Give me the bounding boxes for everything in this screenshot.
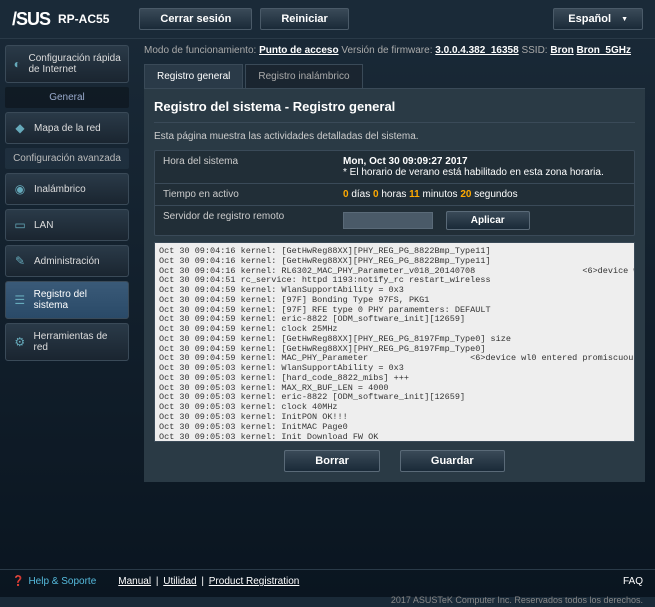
utility-link[interactable]: Utilidad (163, 576, 196, 587)
system-info-table: Hora del sistema Mon, Oct 30 09:09:27 20… (154, 150, 635, 236)
sidebar-item-label: Herramientas de red (34, 331, 122, 353)
sidebar-item-syslog[interactable]: ☰ Registro del sistema (5, 281, 129, 319)
uptime-value: 0 días 0 horas 11 minutos 20 segundos (343, 189, 626, 200)
sidebar: ◐ Configuración rápida de Internet Gener… (0, 39, 134, 569)
panel-description: Esta página muestra las actividades deta… (154, 131, 635, 142)
log-textarea[interactable]: Oct 30 09:04:16 kernel: [GetHwReg88XX][P… (154, 242, 635, 442)
logout-button[interactable]: Cerrar sesión (139, 8, 252, 30)
sidebar-item-qis[interactable]: ◐ Configuración rápida de Internet (5, 45, 129, 83)
gear-icon: ⚙ (12, 334, 28, 350)
header-bar: /SUS RP-AC55 Cerrar sesión Reiniciar Esp… (0, 0, 655, 39)
tab-wireless-log[interactable]: Registro inalámbrico (245, 64, 362, 88)
tab-strip: Registro general Registro inalámbrico (144, 64, 645, 89)
map-icon: ◆ (12, 120, 28, 136)
firmware-link[interactable]: 3.0.0.4.382_16358 (435, 45, 518, 56)
globe-icon: ◐ (12, 56, 22, 72)
model-name: RP-AC55 (58, 12, 109, 26)
remote-log-label: Servidor de registro remoto (163, 211, 343, 230)
sidebar-section-advanced: Configuración avanzada (5, 148, 129, 169)
log-icon: ☰ (12, 292, 28, 308)
wifi-icon: ◉ (12, 181, 28, 197)
lan-icon: ▭ (12, 217, 28, 233)
sidebar-item-label: Configuración rápida de Internet (28, 53, 122, 75)
sidebar-item-label: Administración (34, 256, 100, 267)
sidebar-item-admin[interactable]: ✎ Administración (5, 245, 129, 277)
reboot-button[interactable]: Reiniciar (260, 8, 348, 30)
systime-value: Mon, Oct 30 09:09:27 2017 * El horario d… (343, 156, 626, 178)
sidebar-section-general: General (5, 87, 129, 108)
remote-log-input[interactable] (343, 212, 433, 229)
help-support: ❓ Help & Soporte (12, 576, 96, 587)
tab-general-log[interactable]: Registro general (144, 64, 243, 88)
sidebar-item-label: Inalámbrico (34, 184, 86, 195)
operation-mode-link[interactable]: Punto de acceso (259, 45, 338, 56)
apply-button[interactable]: Aplicar (446, 211, 530, 230)
faq-link[interactable]: FAQ (623, 576, 643, 587)
sidebar-item-wireless[interactable]: ◉ Inalámbrico (5, 173, 129, 205)
sidebar-item-label: Registro del sistema (34, 289, 122, 311)
sidebar-item-netmap[interactable]: ◆ Mapa de la red (5, 112, 129, 144)
copyright: 2017 ASUSTeK Computer Inc. Reservados to… (0, 593, 655, 607)
save-button[interactable]: Guardar (400, 450, 505, 472)
content-area: Modo de funcionamiento: Punto de acceso … (134, 39, 655, 569)
manual-link[interactable]: Manual (118, 576, 151, 587)
help-icon: ❓ (12, 576, 24, 587)
sidebar-item-lan[interactable]: ▭ LAN (5, 209, 129, 241)
uptime-label: Tiempo en activo (163, 189, 343, 200)
status-bar: Modo de funcionamiento: Punto de acceso … (144, 45, 645, 56)
log-panel: Registro del sistema - Registro general … (144, 89, 645, 482)
clear-button[interactable]: Borrar (284, 450, 380, 472)
sidebar-item-label: Mapa de la red (34, 123, 101, 134)
footer-links: Manual | Utilidad | Product Registration (116, 576, 301, 587)
language-dropdown[interactable]: Español (553, 8, 643, 30)
panel-title: Registro del sistema - Registro general (154, 99, 635, 123)
sidebar-item-nettools[interactable]: ⚙ Herramientas de red (5, 323, 129, 361)
ssid-5g: Bron_5GHz (577, 45, 631, 56)
systime-label: Hora del sistema (163, 156, 343, 178)
ssid-2g: Bron (550, 45, 573, 56)
admin-icon: ✎ (12, 253, 28, 269)
sidebar-item-label: LAN (34, 220, 53, 231)
brand-logo: /SUS (12, 9, 50, 30)
footer: ❓ Help & Soporte Manual | Utilidad | Pro… (0, 569, 655, 593)
product-registration-link[interactable]: Product Registration (209, 576, 300, 587)
